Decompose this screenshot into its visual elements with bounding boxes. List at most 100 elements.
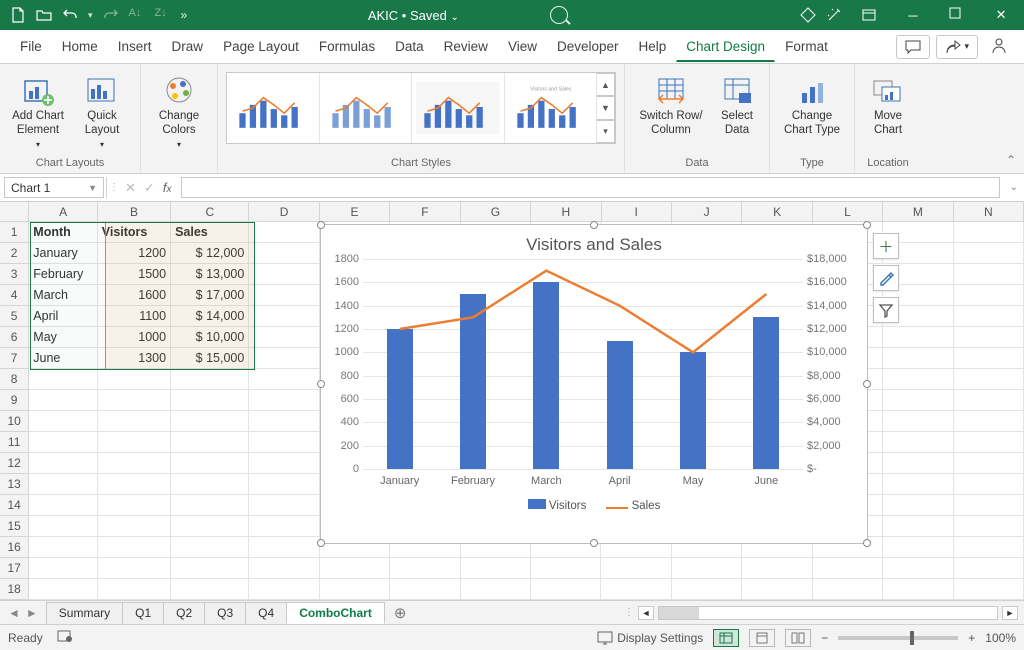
col-header[interactable]: F <box>390 202 460 221</box>
col-header[interactable]: C <box>171 202 249 221</box>
menu-page-layout[interactable]: Page Layout <box>213 32 309 62</box>
cell[interactable] <box>531 558 601 579</box>
col-header[interactable]: E <box>320 202 390 221</box>
cell[interactable] <box>954 348 1024 369</box>
cell[interactable] <box>249 411 319 432</box>
cell[interactable] <box>98 495 171 516</box>
cell[interactable] <box>171 495 249 516</box>
cell[interactable] <box>883 390 953 411</box>
menu-home[interactable]: Home <box>52 32 108 62</box>
cell[interactable] <box>883 432 953 453</box>
cell[interactable] <box>883 411 953 432</box>
cell[interactable] <box>320 558 390 579</box>
cell[interactable] <box>171 369 249 390</box>
cell[interactable] <box>98 474 171 495</box>
normal-view-button[interactable] <box>713 629 739 647</box>
row-header[interactable]: 5 <box>0 306 29 327</box>
col-header[interactable]: M <box>883 202 953 221</box>
sheet-tab-summary[interactable]: Summary <box>46 602 123 624</box>
cell[interactable] <box>249 495 319 516</box>
row-header[interactable]: 10 <box>0 411 29 432</box>
cell[interactable] <box>954 537 1024 558</box>
cell[interactable] <box>883 579 953 600</box>
cancel-formula-icon[interactable]: ✕ <box>125 180 136 196</box>
cell[interactable]: 1100 <box>98 306 171 327</box>
cell[interactable]: 1600 <box>98 285 171 306</box>
cell[interactable] <box>29 390 97 411</box>
col-header[interactable]: H <box>531 202 601 221</box>
sort-desc-icon[interactable]: Z↓ <box>155 7 171 23</box>
cell[interactable] <box>29 411 97 432</box>
row-header[interactable]: 11 <box>0 432 29 453</box>
cell[interactable] <box>29 495 97 516</box>
chart-filters-button[interactable] <box>873 297 899 323</box>
cell[interactable] <box>883 327 953 348</box>
sheet-next-icon[interactable]: ► <box>26 606 38 620</box>
cell[interactable] <box>171 537 249 558</box>
cell[interactable] <box>883 474 953 495</box>
cell[interactable]: Visitors <box>98 222 171 243</box>
cell[interactable] <box>461 579 531 600</box>
cell[interactable] <box>249 453 319 474</box>
row-header[interactable]: 17 <box>0 558 29 579</box>
cell[interactable] <box>390 579 460 600</box>
cell[interactable] <box>249 558 319 579</box>
sheet-tab-q2[interactable]: Q2 <box>163 602 205 624</box>
cell[interactable] <box>531 579 601 600</box>
sheet-prev-icon[interactable]: ◄ <box>8 606 20 620</box>
share-button[interactable]: ▾ <box>936 35 978 59</box>
col-header[interactable]: G <box>461 202 531 221</box>
row-header[interactable]: 14 <box>0 495 29 516</box>
menu-format[interactable]: Format <box>775 32 838 62</box>
formula-input[interactable] <box>181 177 999 198</box>
cell[interactable] <box>954 579 1024 600</box>
cell[interactable] <box>742 558 812 579</box>
embedded-chart[interactable]: ＋ Visitors and Sales 0$-200$2,000400$4,0… <box>320 224 868 544</box>
enter-formula-icon[interactable]: ✓ <box>144 180 155 196</box>
cell[interactable] <box>813 558 883 579</box>
line-series[interactable] <box>400 271 767 353</box>
cell[interactable] <box>601 558 671 579</box>
minimize-button[interactable]: ─ <box>896 0 930 30</box>
cell[interactable] <box>954 264 1024 285</box>
cell[interactable]: June <box>29 348 97 369</box>
comments-button[interactable] <box>896 35 930 59</box>
cell[interactable] <box>249 579 319 600</box>
select-data-button[interactable]: Select Data <box>713 72 761 140</box>
menu-view[interactable]: View <box>498 32 547 62</box>
row-header[interactable]: 3 <box>0 264 29 285</box>
chart-styles-gallery[interactable]: Visitors and Sales ▲ ▼ ▾ <box>226 72 616 144</box>
menu-formulas[interactable]: Formulas <box>309 32 385 62</box>
zoom-in-button[interactable]: + <box>968 631 975 645</box>
cell[interactable]: 1300 <box>98 348 171 369</box>
cell[interactable]: March <box>29 285 97 306</box>
sheet-tab-q3[interactable]: Q3 <box>204 602 246 624</box>
cell[interactable] <box>672 579 742 600</box>
cell[interactable] <box>954 306 1024 327</box>
row-header[interactable]: 18 <box>0 579 29 600</box>
cell[interactable] <box>883 453 953 474</box>
cell[interactable] <box>98 453 171 474</box>
cell[interactable] <box>171 432 249 453</box>
cell[interactable]: $ 15,000 <box>171 348 249 369</box>
sheet-tab-combochart[interactable]: ComboChart <box>286 602 385 624</box>
collapse-ribbon-icon[interactable]: ⌃ <box>1006 153 1016 167</box>
cell[interactable] <box>249 369 319 390</box>
cell[interactable] <box>29 369 97 390</box>
close-button[interactable]: ✕ <box>984 0 1018 30</box>
switch-row-column-button[interactable]: Switch Row/ Column <box>633 72 709 140</box>
cell[interactable] <box>29 474 97 495</box>
cell[interactable] <box>171 558 249 579</box>
col-header[interactable]: L <box>813 202 883 221</box>
row-header[interactable]: 2 <box>0 243 29 264</box>
menu-file[interactable]: File <box>10 32 52 62</box>
cell[interactable] <box>98 411 171 432</box>
cell[interactable]: $ 12,000 <box>171 243 249 264</box>
diamond-icon[interactable] <box>800 7 816 23</box>
row-header[interactable]: 1 <box>0 222 29 243</box>
spreadsheet-grid[interactable]: ABCDEFGHIJKLMN 1MonthVisitorsSales2Janua… <box>0 202 1024 600</box>
row-header[interactable]: 8 <box>0 369 29 390</box>
sort-asc-icon[interactable]: A↓ <box>129 7 145 23</box>
new-file-icon[interactable] <box>10 7 26 23</box>
cell[interactable] <box>883 495 953 516</box>
